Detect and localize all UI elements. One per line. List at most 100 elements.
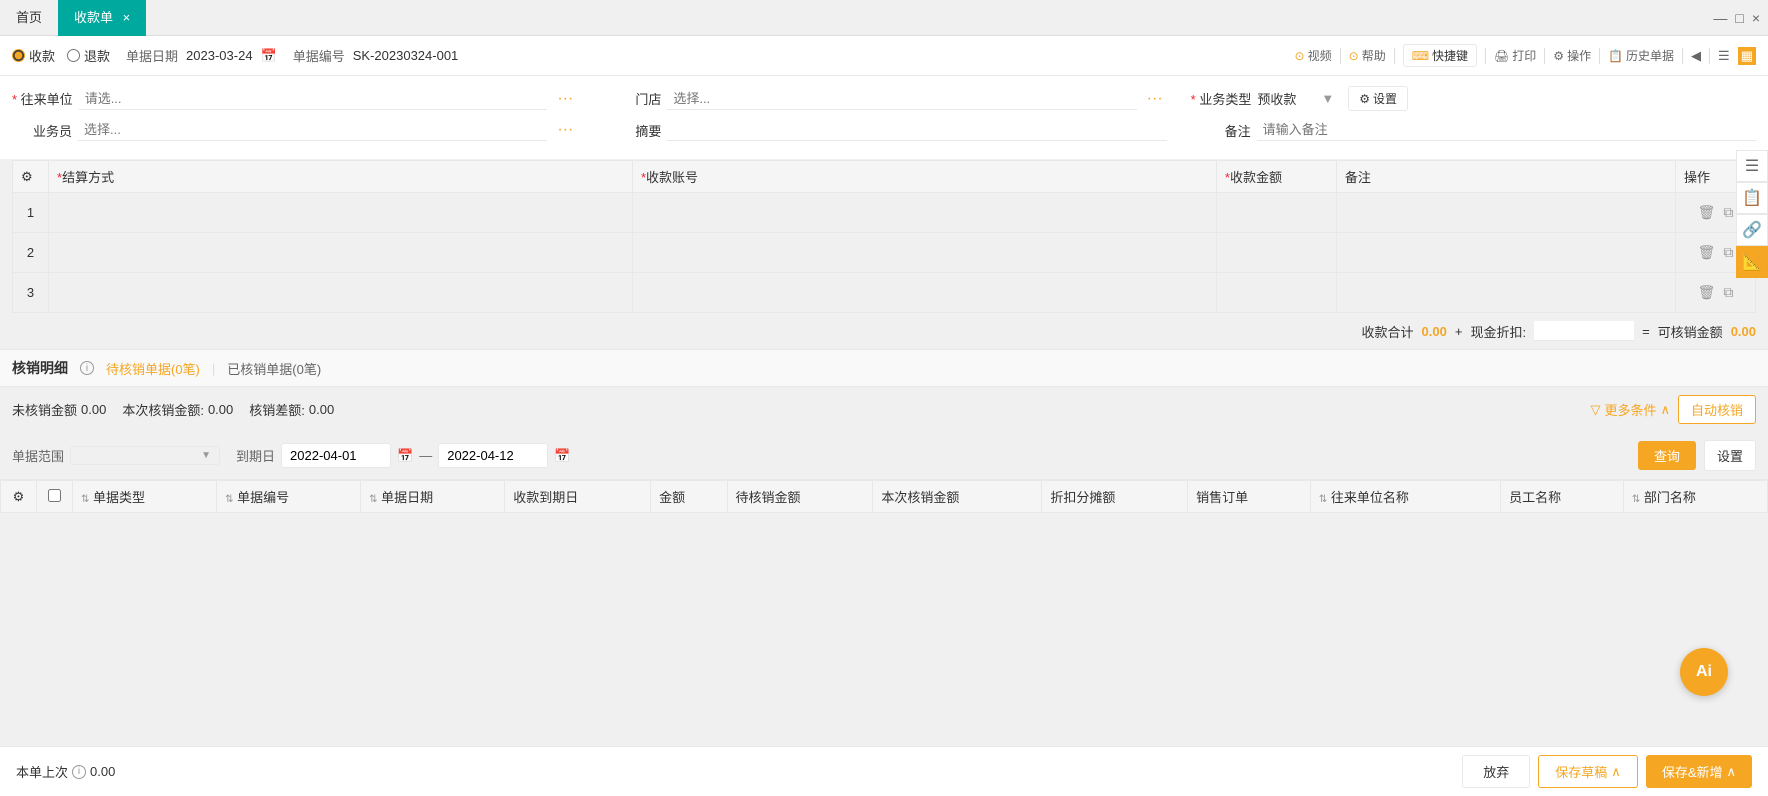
history-btn[interactable]: 📋 历史单据 [1608,47,1674,64]
pending-tab[interactable]: 待核销单据(0笔) [106,359,200,378]
shortcut-btn[interactable]: ⌨ 快捷键 [1403,44,1477,67]
minimize-icon[interactable]: — [1713,10,1727,26]
row-1-settlement[interactable] [49,193,633,233]
calendar-icon[interactable]: 📅 [261,48,277,64]
table-settings-header[interactable]: ⚙ [13,161,49,193]
calendar-to-icon[interactable]: 📅 [554,448,570,464]
col-pending-header: 待核销金额 [727,481,873,513]
salesperson-more-btn[interactable]: ··· [553,121,577,139]
calendar-from-icon[interactable]: 📅 [397,448,413,464]
due-date-from[interactable] [281,443,391,468]
print-btn[interactable]: 🖨 打印 [1494,47,1536,64]
operations-btn[interactable]: ⚙ 操作 [1553,47,1591,64]
save-new-btn[interactable]: 保存&新增 ∧ [1646,755,1752,788]
footer: 本单上次 i 0.00 放弃 保存草稿 ∧ 保存&新增 ∧ [0,746,1768,796]
footer-info: 本单上次 i 0.00 [16,762,115,781]
doc-date-field: 单据日期 2023-03-24 📅 [126,46,277,65]
radio-refund[interactable]: 退款 [67,46,110,65]
col-doc-date-header: ⇅ 单据日期 [361,481,505,513]
row-2-account[interactable] [632,233,1216,273]
row-1-delete-icon[interactable]: 🗑 [1698,204,1716,221]
col-amount-header: *收款金额 [1216,161,1336,193]
row-2-settlement[interactable] [49,233,633,273]
row-1-amount[interactable] [1216,193,1336,233]
footer-actions: 放弃 保存草稿 ∧ 保存&新增 ∧ [1462,755,1752,788]
sidebar-icon-3[interactable]: 🔗 [1736,214,1768,246]
tab-home[interactable]: 首页 [0,0,58,36]
row-1-account[interactable] [632,193,1216,233]
tab-receipt[interactable]: 收款单 × [58,0,146,36]
col-partner-header: ⇅ 往来单位名称 [1310,481,1500,513]
row-2-amount[interactable] [1216,233,1336,273]
window-controls: — □ × [1713,10,1768,26]
plus-sign: + [1455,324,1463,339]
partner-label: 往来单位 [12,89,73,108]
footer-info-icon[interactable]: i [72,765,86,779]
due-date-to[interactable] [438,443,548,468]
nav-prev-icon[interactable]: ◀ [1691,48,1701,64]
sidebar-icon-2[interactable]: 📋 [1736,182,1768,214]
settings-btn[interactable]: ⚙ 设置 [1348,86,1408,111]
more-conditions-btn[interactable]: ▽ 更多条件 ∧ [1590,400,1670,419]
store-input[interactable] [667,88,1136,110]
summary-row: 收款合计 0.00 + 现金折扣: = 可核销金额 0.00 [0,313,1768,349]
row-3-amount[interactable] [1216,273,1336,313]
row-3-copy-icon[interactable]: ⧉ [1723,284,1733,301]
available-val: 0.00 [1731,324,1756,339]
col-store-header: ⇅ 部门名称 [1623,481,1767,513]
maximize-icon[interactable]: □ [1735,10,1743,26]
row-3-account[interactable] [632,273,1216,313]
remark-input[interactable] [1257,119,1756,141]
business-type-field: 业务类型 预收款 ▼ ⚙ 设置 [1191,86,1756,111]
row-1-copy-icon[interactable]: ⧉ [1723,204,1733,221]
equals-sign: = [1642,324,1650,339]
video-btn[interactable]: ⊙ 视频 [1295,47,1332,64]
row-num-3: 3 [13,273,49,313]
row-2-copy-icon[interactable]: ⧉ [1723,244,1733,261]
row-num-2: 2 [13,233,49,273]
salesperson-input[interactable] [78,119,547,141]
tab-close-icon[interactable]: × [123,10,131,25]
ai-badge[interactable]: Ai [1680,648,1728,696]
partner-input[interactable] [79,88,548,110]
select-all-checkbox[interactable] [48,489,61,502]
row-2-delete-icon[interactable]: 🗑 [1698,244,1716,261]
summary-input[interactable] [667,119,1166,141]
col-settings-icon[interactable]: ⚙ [1,481,37,513]
save-draft-btn[interactable]: 保存草稿 ∧ [1538,755,1638,788]
doc-no-field: 单据编号 SK-20230324-001 [293,46,459,65]
table-settings-btn[interactable]: 设置 [1704,440,1756,471]
list-view-icon[interactable]: ☰ [1718,48,1730,64]
col-staff-header: 员工名称 [1501,481,1624,513]
salesperson-label: 业务员 [12,121,72,140]
verify-info-icon[interactable]: i [80,361,94,375]
store-more-btn[interactable]: ··· [1143,90,1167,108]
partner-more-btn[interactable]: ··· [553,90,577,108]
help-btn[interactable]: ⊙ 帮助 [1349,47,1386,64]
tab-bar: 首页 收款单 × — □ × [0,0,1768,36]
sort-icon: ⇅ [81,494,89,505]
partner-field: 往来单位 ··· [12,88,577,110]
query-btn[interactable]: 查询 [1638,441,1696,470]
auto-verify-btn[interactable]: 自动核销 [1678,395,1756,424]
close-icon[interactable]: × [1752,10,1760,26]
sidebar-icon-1[interactable]: ☰ [1736,150,1768,182]
row-3-settlement[interactable] [49,273,633,313]
grid-view-icon[interactable]: ▦ [1738,47,1756,65]
radio-receipt[interactable]: 收款 [12,46,55,65]
table-gear-icon[interactable]: ⚙ [21,169,33,184]
discount-input[interactable] [1534,321,1634,341]
verify-diff-amount: 核销差额: 0.00 [249,400,334,419]
row-3-remark[interactable] [1336,273,1675,313]
row-2-remark[interactable] [1336,233,1675,273]
store-field: 门店 ··· [601,88,1166,110]
row-1-remark[interactable] [1336,193,1675,233]
sidebar-icon-4[interactable]: 📐 [1736,246,1768,278]
abandon-btn[interactable]: 放弃 [1462,755,1530,788]
done-tab[interactable]: 已核销单据(0笔) [227,359,321,378]
range-select[interactable]: ▼ [70,446,220,465]
unverified-amount: 未核销金额 0.00 [12,400,106,419]
store-label: 门店 [601,89,661,108]
business-type-arrow[interactable]: ▼ [1321,91,1334,106]
row-3-delete-icon[interactable]: 🗑 [1698,284,1716,301]
